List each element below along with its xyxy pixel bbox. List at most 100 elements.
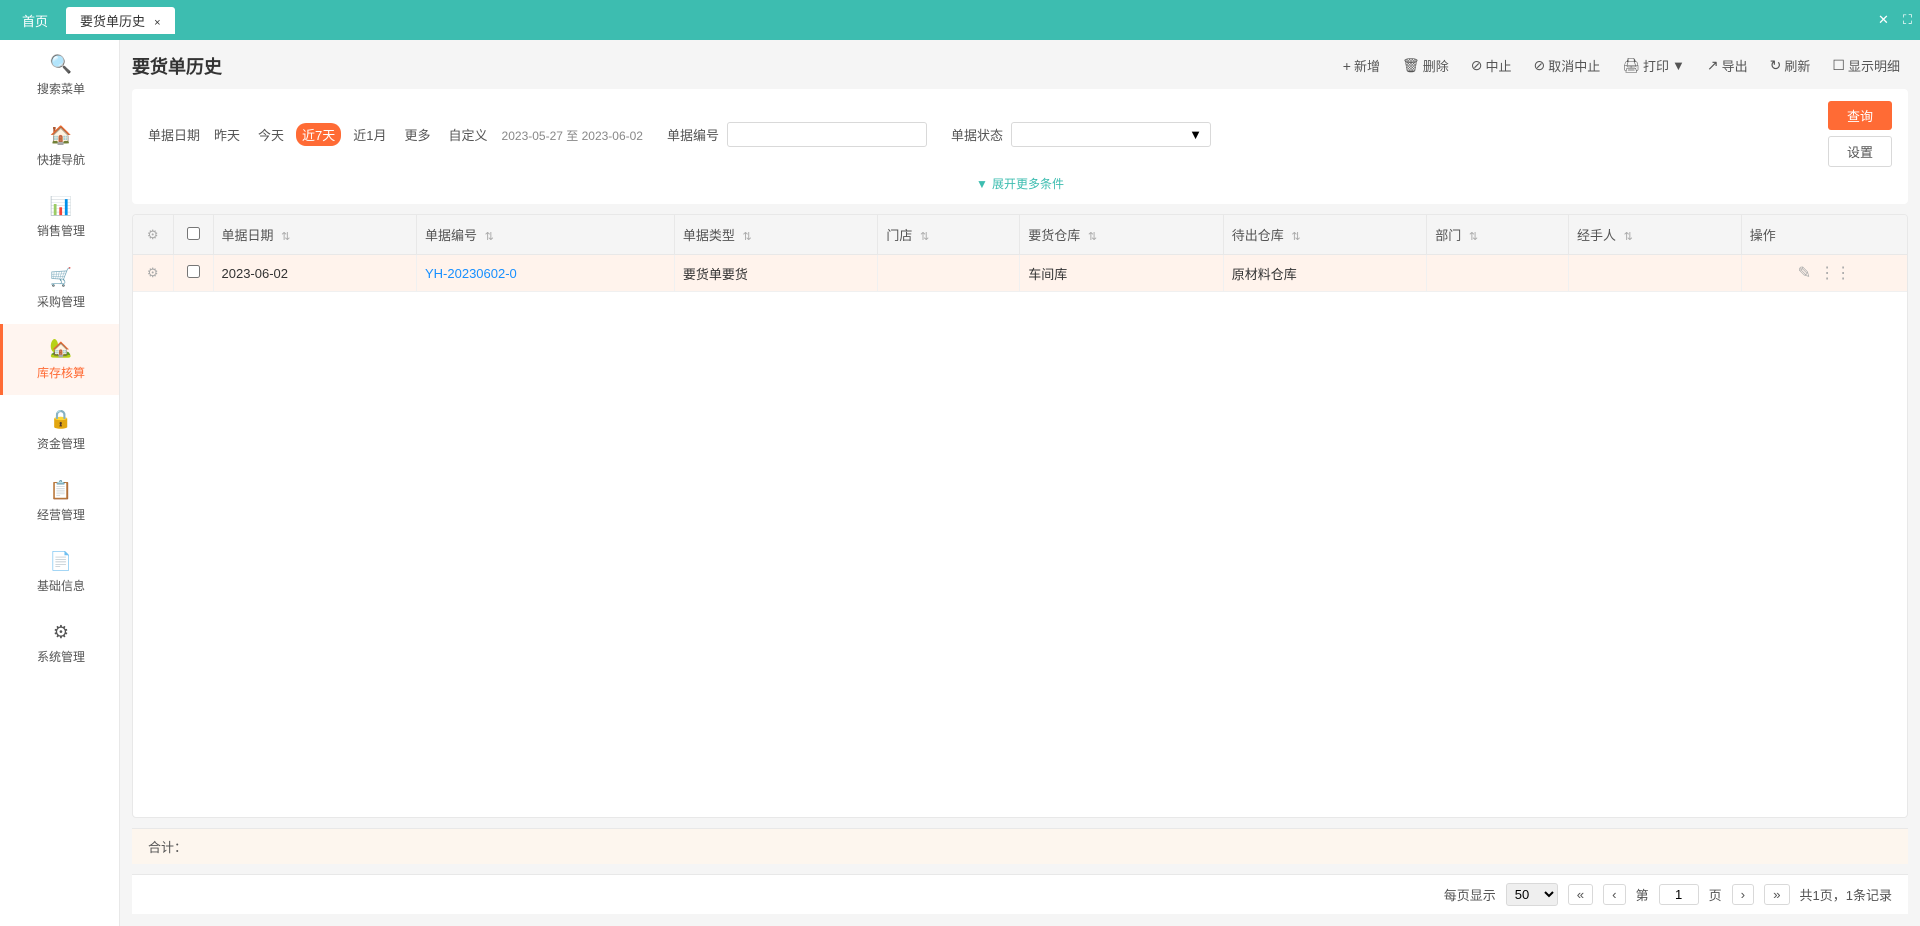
sidebar-item-search-menu[interactable]: 🔍 搜索菜单: [0, 40, 119, 111]
page-size-select[interactable]: 50 100 200: [1506, 883, 1558, 906]
table-header: ⚙单据日期 ⇅单据编号 ⇅单据类型 ⇅门店 ⇅要货仓库 ⇅待出仓库 ⇅部门 ⇅经…: [133, 215, 1907, 255]
operations-mgmt-label: 经营管理: [37, 506, 85, 523]
date-shortcut-last7days[interactable]: 近7天: [296, 123, 341, 146]
footer-label: 合计：: [148, 837, 187, 856]
doc-type: 要货单要货: [683, 267, 748, 282]
tab-requisition-history[interactable]: 要货单历史 ×: [66, 7, 175, 34]
show-detail-label: 显示明细: [1848, 56, 1900, 75]
date-shortcut-today[interactable]: 今天: [252, 123, 290, 146]
tab-close-requisition-history[interactable]: ×: [151, 17, 160, 29]
row-checkbox[interactable]: [187, 265, 200, 278]
cancel-stop-icon: ⊘: [1534, 57, 1546, 74]
stop-button[interactable]: ⊘中止: [1463, 52, 1520, 79]
status-select[interactable]: ▼: [1011, 122, 1211, 147]
cancel-stop-button[interactable]: ⊘取消中止: [1526, 52, 1609, 79]
sidebar-item-finance-mgmt[interactable]: 🔒资金管理: [0, 395, 119, 466]
print-label: 打印: [1643, 56, 1669, 75]
prev-page-button[interactable]: ‹: [1603, 884, 1625, 905]
date-range-text: 2023-05-27 至 2023-06-02: [502, 127, 643, 144]
doc-number-input[interactable]: [727, 122, 927, 147]
date-shortcut-more[interactable]: 更多: [399, 123, 437, 146]
purchase-mgmt-icon: 🛒: [50, 267, 72, 288]
col-header-store[interactable]: 门店 ⇅: [878, 215, 1020, 255]
print-button[interactable]: 🖨打印▼: [1614, 52, 1693, 79]
status-select-arrow: ▼: [1189, 127, 1202, 142]
doc-number-link[interactable]: YH-20230602-0: [425, 266, 517, 281]
last-page-button[interactable]: »: [1764, 884, 1789, 905]
table-body: ⚙2023-06-02YH-20230602-0要货单要货车间库原材料仓库✎⋮⋮: [133, 255, 1907, 292]
fullscreen-icon[interactable]: ⛶: [1903, 12, 1912, 28]
query-button[interactable]: 查询: [1828, 101, 1892, 130]
sidebar-item-operations-mgmt[interactable]: 📋 经营管理: [0, 466, 119, 537]
expand-label: 展开更多条件: [992, 175, 1064, 192]
select-all-checkbox[interactable]: [187, 227, 200, 240]
delete-label: 删除: [1423, 56, 1449, 75]
status-label: 单据状态: [951, 125, 1003, 144]
row-settings-icon[interactable]: ⚙: [147, 265, 159, 280]
inventory-calc-icon: 🏡: [50, 338, 72, 359]
export-button[interactable]: ↗导出: [1699, 52, 1756, 79]
inventory-calc-label: 库存核算: [37, 364, 85, 381]
page-unit: 页: [1709, 885, 1722, 904]
sidebar-item-sales-mgmt[interactable]: 📊 销售管理: [0, 182, 119, 253]
export-icon: ↗: [1707, 57, 1719, 74]
page-header: 要货单历史 +新增🗑删除⊘中止⊘取消中止🖨打印▼↗导出↻刷新☐显示明细: [132, 52, 1908, 79]
sidebar-item-quick-nav[interactable]: 🏠快捷导航: [0, 111, 119, 182]
col-header-department[interactable]: 部门 ⇅: [1427, 215, 1569, 255]
filter-right-actions: 查询 设置: [1828, 101, 1892, 167]
content-area: 要货单历史 +新增🗑删除⊘中止⊘取消中止🖨打印▼↗导出↻刷新☐显示明细 单据日期…: [120, 40, 1920, 926]
sales-mgmt-label: 销售管理: [37, 222, 85, 239]
table-footer: 合计：: [132, 828, 1908, 864]
tab-list: 首页要货单历史 ×: [8, 7, 1878, 34]
show-detail-button[interactable]: ☐显示明细: [1824, 52, 1908, 79]
basic-info-label: 基础信息: [37, 577, 85, 594]
wait-warehouse: 原材料仓库: [1232, 267, 1297, 282]
new-button[interactable]: +新增: [1335, 52, 1388, 79]
sidebar-item-system-mgmt[interactable]: ⚙系统管理: [0, 608, 119, 679]
show-detail-icon: ☐: [1832, 57, 1845, 74]
date-shortcuts: 昨天今天近7天近1月更多自定义: [208, 123, 494, 146]
doc-number-filter-group: 单据编号: [667, 122, 927, 147]
row-edit-icon[interactable]: ✎: [1798, 263, 1811, 283]
expand-button[interactable]: ▼ 展开更多条件: [976, 175, 1064, 192]
row-delete-icon[interactable]: ⋮⋮: [1819, 263, 1851, 283]
sidebar-item-basic-info[interactable]: 📄 基础信息: [0, 537, 119, 608]
doc-number-label: 单据编号: [667, 125, 719, 144]
sidebar-item-inventory-calc[interactable]: 🏡 库存核算: [0, 324, 119, 395]
header-row: ⚙单据日期 ⇅单据编号 ⇅单据类型 ⇅门店 ⇅要货仓库 ⇅待出仓库 ⇅部门 ⇅经…: [133, 215, 1907, 255]
next-page-button[interactable]: ›: [1732, 884, 1754, 905]
col-header-actions: 操作: [1741, 215, 1907, 255]
page-number-input[interactable]: [1659, 884, 1699, 905]
search-menu-icon: 🔍: [50, 54, 72, 75]
search-menu-label: 搜索菜单: [37, 80, 85, 97]
tab-home[interactable]: 首页: [8, 7, 62, 34]
table-row[interactable]: ⚙2023-06-02YH-20230602-0要货单要货车间库原材料仓库✎⋮⋮: [133, 255, 1907, 292]
col-header-docNumber[interactable]: 单据编号 ⇅: [416, 215, 674, 255]
col-header-docType[interactable]: 单据类型 ⇅: [674, 215, 877, 255]
col-header-reqWarehouse[interactable]: 要货仓库 ⇅: [1020, 215, 1223, 255]
date-shortcut-custom[interactable]: 自定义: [443, 123, 494, 146]
first-page-button[interactable]: «: [1568, 884, 1593, 905]
col-header-checkbox: [173, 215, 213, 255]
sales-mgmt-icon: 📊: [50, 196, 72, 217]
close-window-icon[interactable]: ✕: [1878, 12, 1889, 28]
col-header-docDate[interactable]: 单据日期 ⇅: [213, 215, 416, 255]
sidebar: 🔍 搜索菜单 🏠快捷导航 📊 销售管理 🛒 采购管理 🏡 库存核算 🔒资金管理 📋 经营管理 📄 基础信息…: [0, 40, 120, 926]
col-header-waitWarehouse[interactable]: 待出仓库 ⇅: [1223, 215, 1426, 255]
date-shortcut-last1month[interactable]: 近1月: [347, 123, 392, 146]
sidebar-item-purchase-mgmt[interactable]: 🛒 采购管理: [0, 253, 119, 324]
date-shortcut-yesterday[interactable]: 昨天: [208, 123, 246, 146]
operations-mgmt-icon: 📋: [50, 480, 72, 501]
delete-button[interactable]: 🗑删除: [1394, 52, 1457, 79]
col-header-handler[interactable]: 经手人 ⇅: [1569, 215, 1742, 255]
purchase-mgmt-label: 采购管理: [37, 293, 85, 310]
finance-mgmt-label: 资金管理: [37, 435, 85, 452]
filter-row: 单据日期 昨天今天近7天近1月更多自定义 2023-05-27 至 2023-0…: [148, 101, 1892, 167]
new-icon: +: [1343, 58, 1351, 74]
page-label: 第: [1636, 885, 1649, 904]
basic-info-icon: 📄: [50, 551, 72, 572]
setting-button[interactable]: 设置: [1828, 136, 1892, 167]
refresh-button[interactable]: ↻刷新: [1762, 52, 1819, 79]
quick-nav-icon: 🏠: [50, 125, 72, 146]
system-mgmt-icon: ⚙: [53, 622, 69, 643]
